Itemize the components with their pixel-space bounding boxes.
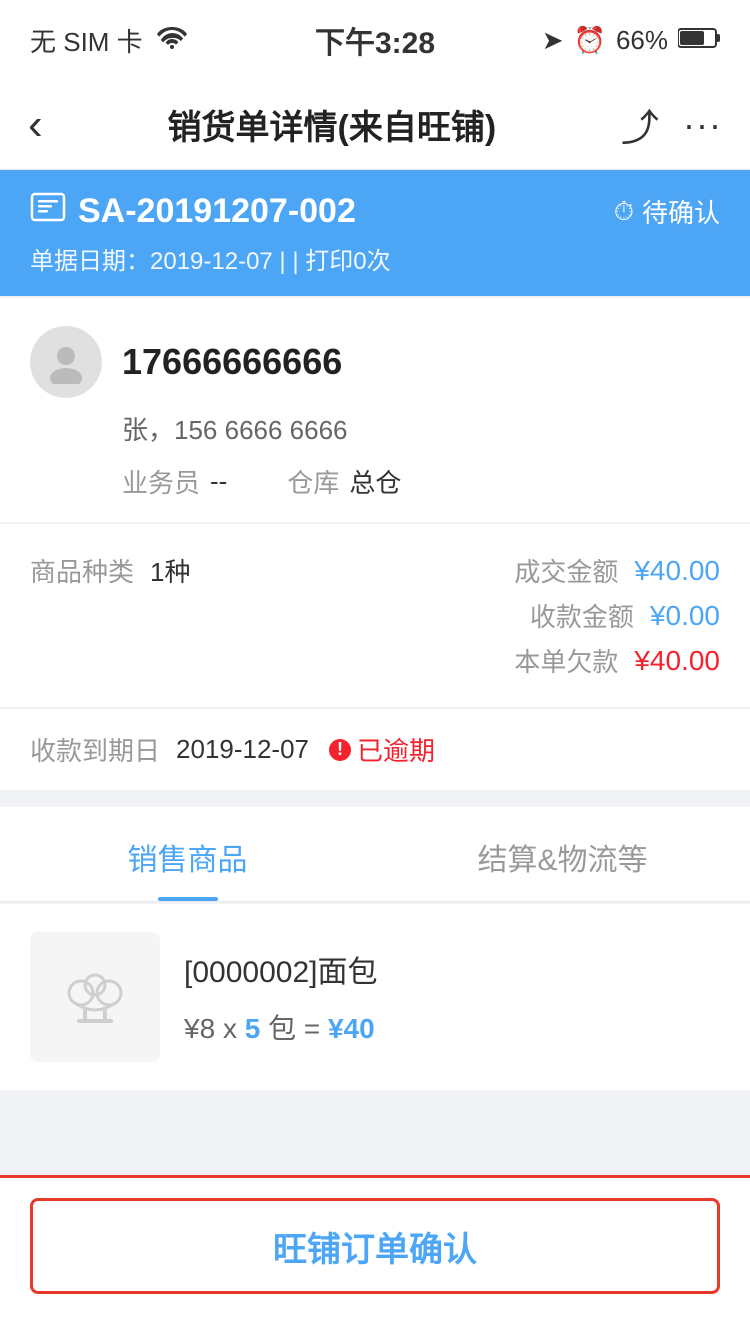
amount-stats: 成交金额 ¥40.00 收款金额 ¥0.00 本单欠款 ¥40.00 [514,552,720,679]
product-type-value: 1种 [150,552,190,589]
avatar [30,326,102,398]
received-amount-row: 收款金额 ¥0.00 [530,597,720,634]
received-label: 收款金额 [530,597,634,634]
overdue-text: 已逾期 [357,731,435,768]
carrier-text: 无 SIM 卡 [30,22,143,59]
product-name: [0000002]面包 [184,947,720,991]
deal-amount-row: 成交金额 ¥40.00 [514,552,720,589]
more-button[interactable]: ··· [683,104,722,146]
status-text: 待确认 [642,193,720,230]
warehouse-item: 仓库 总仓 [287,463,401,500]
deal-amount-value: ¥40.00 [634,555,720,587]
confirm-button-wrapper: 旺铺订单确认 [0,1175,750,1334]
print-count: 0 [353,248,366,275]
share-button[interactable]: ⤴ [621,97,659,152]
order-id-text: SA-20191207-002 [78,192,356,231]
customer-section: 17666666666 张，156 6666 6666 业务员 -- 仓库 总仓 [0,298,750,522]
alarm-icon: ⏰ [574,25,606,56]
warehouse-value: 总仓 [349,463,401,500]
arrears-label: 本单欠款 [514,642,618,679]
wifi-icon [157,25,187,56]
overdue-icon: ! [329,739,351,761]
order-date-row: 单据日期：2019-12-07 | | 打印0次 [30,241,720,276]
status-left: 无 SIM 卡 [30,22,187,59]
salesman-value: -- [210,466,227,497]
received-value: ¥0.00 [650,600,720,632]
tab-settlement-logistics[interactable]: 结算&物流等 [375,807,750,901]
status-right: ➤ ⏰ 66% [542,25,720,56]
location-icon: ➤ [542,25,564,56]
order-status: ⏱ 待确认 [614,193,720,230]
due-date-value: 2019-12-07 [176,734,309,765]
stats-section: 商品种类 1种 成交金额 ¥40.00 收款金额 ¥0.00 本单欠款 ¥40.… [0,524,750,707]
product-thumbnail [30,932,160,1062]
warehouse-label: 仓库 [287,463,339,500]
product-list: [0000002]面包 ¥8 x 5 包 = ¥40 [0,904,750,1091]
status-clock-icon: ⏱ [614,196,634,228]
status-bar: 无 SIM 卡 下午3:28 ➤ ⏰ 66% [0,0,750,80]
status-time: 下午3:28 [315,18,435,62]
product-item: [0000002]面包 ¥8 x 5 包 = ¥40 [0,904,750,1091]
order-icon [30,192,66,231]
customer-phone: 17666666666 [122,341,342,383]
order-id-block: SA-20191207-002 [30,192,356,231]
product-qty: 5 [245,1013,261,1044]
battery-icon [678,25,720,56]
arrears-value: ¥40.00 [634,645,720,677]
nav-bar: ‹ 销货单详情(来自旺铺) ⤴ ··· [0,80,750,170]
page-title: 销货单详情(来自旺铺) [168,100,497,149]
product-type-label: 商品种类 [30,552,134,589]
product-price: ¥8 x 5 包 = ¥40 [184,1007,720,1047]
due-date-label: 收款到期日 [30,731,160,768]
tab-sales-products[interactable]: 销售商品 [0,807,375,901]
order-header: SA-20191207-002 ⏱ 待确认 单据日期：2019-12-07 | … [0,170,750,296]
order-date: 2019-12-07 [150,248,273,275]
product-total: ¥40 [328,1013,375,1044]
product-type-stat: 商品种类 1种 [30,552,190,589]
salesman-label: 业务员 [122,463,200,500]
battery-text: 66% [616,25,668,56]
product-details: [0000002]面包 ¥8 x 5 包 = ¥40 [184,947,720,1047]
customer-meta: 业务员 -- 仓库 总仓 [122,463,720,500]
customer-name-phone: 张，156 6666 6666 [122,410,720,447]
confirm-order-button[interactable]: 旺铺订单确认 [30,1198,720,1294]
back-button[interactable]: ‹ [28,103,43,147]
overdue-badge: ! 已逾期 [329,731,435,768]
tab-bar: 销售商品 结算&物流等 [0,807,750,902]
due-date-section: 收款到期日 2019-12-07 ! 已逾期 [0,709,750,791]
arrears-row: 本单欠款 ¥40.00 [514,642,720,679]
salesman-item: 业务员 -- [122,463,227,500]
deal-amount-label: 成交金额 [514,552,618,589]
nav-actions: ⤴ ··· [621,97,722,152]
